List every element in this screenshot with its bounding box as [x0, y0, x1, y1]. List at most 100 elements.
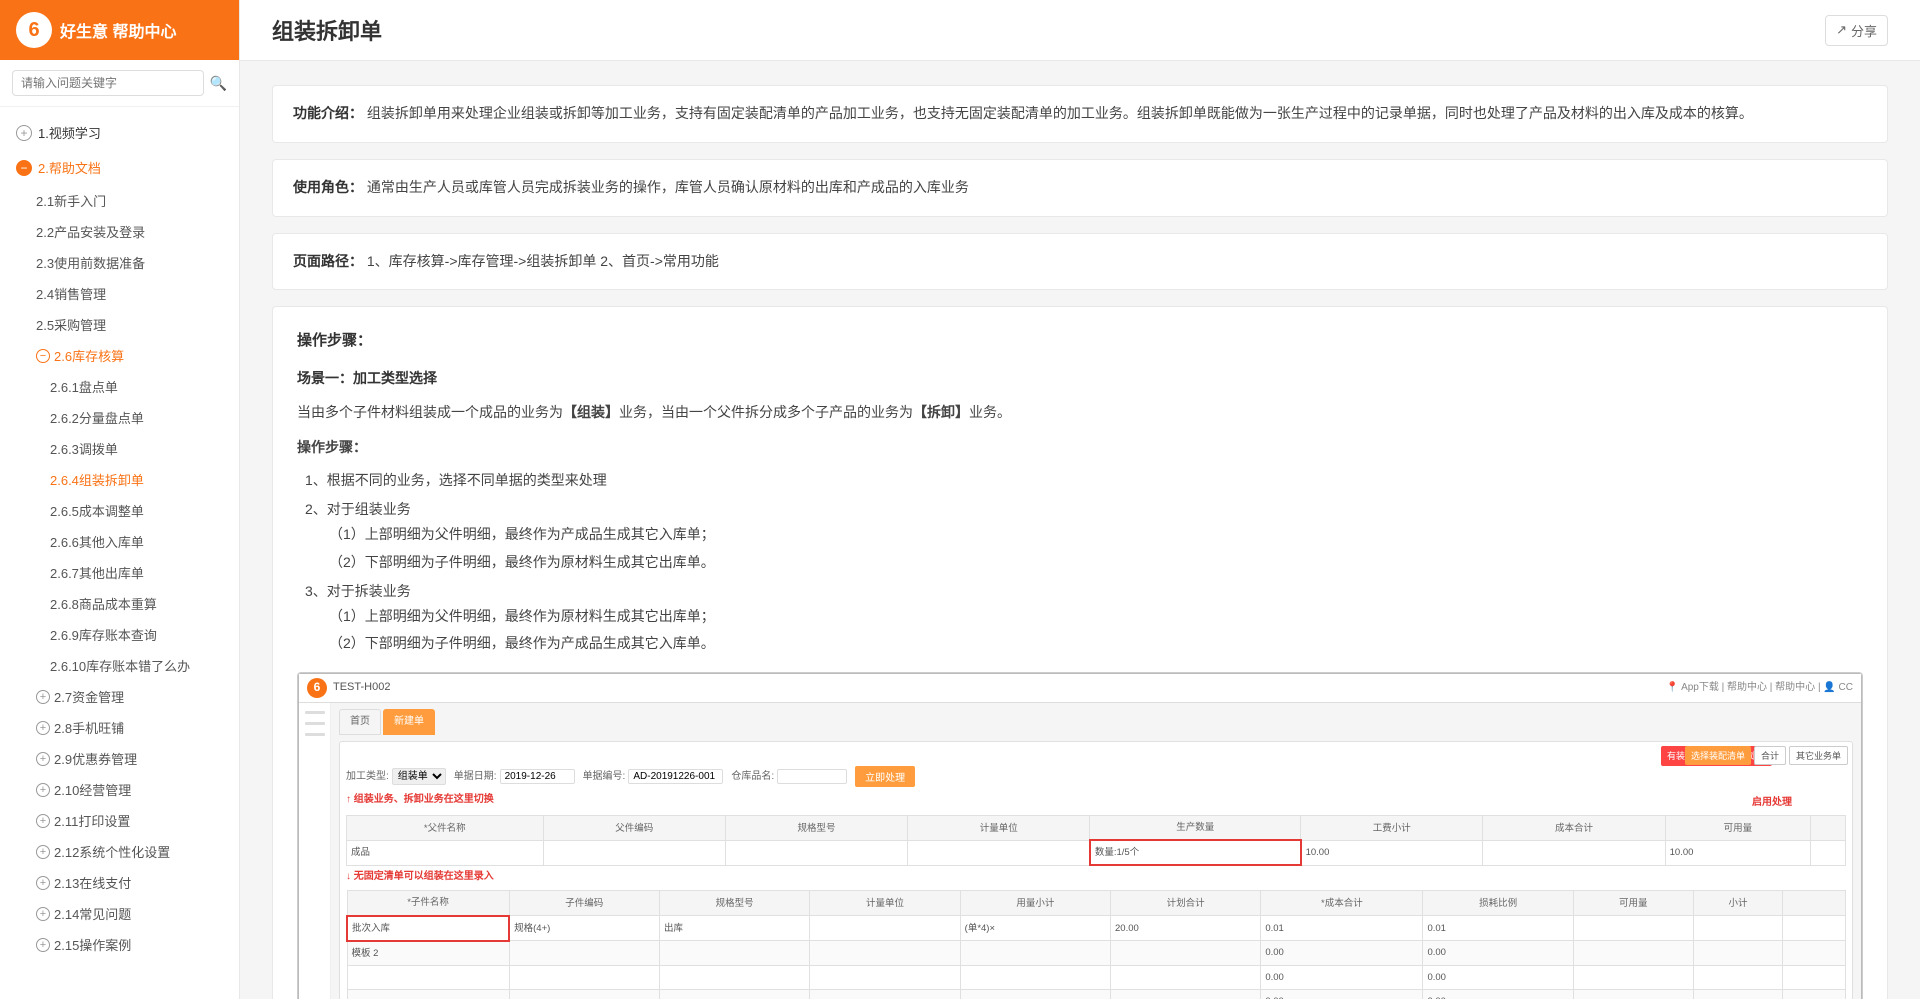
sidebar-item-assembly[interactable]: 2.6.4组装拆卸单: [0, 464, 239, 495]
app-type-selector: 加工类型: 组装单 拆卸单: [346, 768, 446, 786]
sidebar-item-inventory[interactable]: − 2.6库存核算: [0, 340, 239, 371]
cell-child-cost-4: 0.00: [1261, 989, 1423, 999]
app-topbar: 6 TEST-H002 📍 App下载 | 帮助中心 | 帮助中心 | 👤 CC: [299, 674, 1861, 703]
feature-intro-text: 组装拆卸单用来处理企业组装或拆卸等加工业务，支持有固定装配清单的产品加工业务，也…: [367, 105, 1753, 121]
col-available: 可用量: [1665, 816, 1810, 841]
inventory-children: 2.6.1盘点单 2.6.2分量盘点单 2.6.3调拨单 2.6.4组装拆卸单 …: [0, 371, 239, 681]
breadcrumb-block: 页面路径： 1、库存核算->库存管理->组装拆卸单 2、首页->常用功能: [272, 233, 1888, 291]
share-button[interactable]: ↗ 分享: [1825, 15, 1888, 46]
main-content: 功能介绍： 组装拆卸单用来处理企业组装或拆卸等加工业务，支持有固定装配清单的产品…: [240, 61, 1920, 999]
app-warehouse-label: 仓库品名:: [731, 768, 774, 786]
sidebar-header: 6 好生意 帮助中心: [0, 0, 239, 60]
sidebar-item-online-pay[interactable]: + 2.13在线支付: [0, 867, 239, 898]
table-row-bottom-3: 0.00 0.00: [347, 965, 1846, 989]
col-loss: 损耗比例: [1423, 891, 1573, 916]
app-action-btn2[interactable]: 其它业务单: [1789, 746, 1848, 765]
app-warehouse-input[interactable]: [777, 769, 847, 784]
cell-loss-4: 0.00: [1423, 989, 1573, 999]
col-cost: 成本合计: [1483, 816, 1665, 841]
cell-qty: 数量:1/5个: [1090, 840, 1301, 865]
app-mini-sidebar: [299, 703, 331, 999]
col-child-unit: 计量单位: [810, 891, 960, 916]
app-date-input[interactable]: [500, 769, 575, 784]
cell-available: 10.00: [1665, 840, 1810, 865]
cell-child-unit-2: [810, 941, 960, 966]
sidebar-item-coupon[interactable]: + 2.9优惠券管理: [0, 743, 239, 774]
sidebar-item-stock-query[interactable]: 2.6.9库存账本查询: [0, 619, 239, 650]
sidebar-item-docs[interactable]: − 2.帮助文档: [0, 150, 239, 185]
sidebar-item-purchase[interactable]: 2.5采购管理: [0, 309, 239, 340]
sidebar-item-operation[interactable]: + 2.10经营管理: [0, 774, 239, 805]
sidebar-item-sales[interactable]: 2.4销售管理: [0, 278, 239, 309]
cell-child-spec-2: [659, 941, 809, 966]
sidebar-item-videos-label: 1.视频学习: [38, 123, 101, 142]
main-header: 组装拆卸单 ↗ 分享: [240, 0, 1920, 61]
app-type-select[interactable]: 组装单 拆卸单: [392, 768, 446, 785]
app-form-row1: 加工类型: 组装单 拆卸单 单据日期:: [346, 766, 1846, 787]
sidebar-icon-3: [305, 733, 325, 736]
sidebar-item-print[interactable]: + 2.11打印设置: [0, 805, 239, 836]
app-date-field: 单据日期:: [454, 768, 575, 786]
col-action: [1811, 816, 1846, 841]
sidebar-item-stocktake[interactable]: 2.6.1盘点单: [0, 371, 239, 402]
sidebar-item-mobile[interactable]: + 2.8手机旺铺: [0, 712, 239, 743]
col-parent-code: 父件编码: [543, 816, 725, 841]
app-top-buttons: 选择装配清单 合计 其它业务单: [1685, 746, 1848, 765]
app-date-label: 单据日期:: [454, 768, 497, 786]
search-input[interactable]: [12, 70, 204, 96]
sidebar-item-finance[interactable]: + 2.7资金管理: [0, 681, 239, 712]
app-tab-home[interactable]: 首页: [339, 709, 381, 735]
coupon-expand-icon: +: [36, 752, 50, 766]
app-action-btn1[interactable]: 合计: [1754, 746, 1786, 765]
type-switch-annotation: ↑ 组装业务、拆卸业务在这里切换: [346, 791, 1846, 809]
app-billno-input[interactable]: [628, 769, 723, 784]
disassembly-step-1: （1）上部明细为父件明细，最终作为原材料生成其它出库单；: [329, 604, 1863, 629]
sidebar-item-install[interactable]: 2.2产品安装及登录: [0, 216, 239, 247]
nav-section-videos: + 1.视频学习: [0, 115, 239, 150]
page-title: 组装拆卸单: [272, 14, 382, 46]
sidebar-navigation: + 1.视频学习 − 2.帮助文档 2.1新手入门 2.2产品安装及登录 2.3…: [0, 107, 239, 999]
sidebar-item-system[interactable]: + 2.12系统个性化设置: [0, 836, 239, 867]
app-select-btn[interactable]: 选择装配清单: [1685, 746, 1751, 765]
col-plan: 计划合计: [1111, 891, 1261, 916]
cell-ops-2: [1783, 941, 1846, 966]
sidebar-item-stock-error[interactable]: 2.6.10库存账本错了么办: [0, 650, 239, 681]
app-url: TEST-H002: [333, 678, 390, 698]
cell-parent-name: 成品: [347, 840, 544, 865]
search-icon[interactable]: 🔍: [210, 75, 227, 92]
cell-plan-2: [1111, 941, 1261, 966]
sidebar-item-videos[interactable]: + 1.视频学习: [0, 115, 239, 150]
sidebar-item-newcomer[interactable]: 2.1新手入门: [0, 185, 239, 216]
app-bottom-table: *子件名称 子件编码 规格型号 计量单位 用量小计 计划合计 *成本合计: [346, 890, 1846, 999]
sidebar-item-transfer[interactable]: 2.6.3调拨单: [0, 433, 239, 464]
cell-loss-2: 0.00: [1423, 941, 1573, 966]
sidebar-item-partial-stocktake[interactable]: 2.6.2分量盘点单: [0, 402, 239, 433]
use-role-text: 通常由生产人员或库管人员完成拆装业务的操作，库管人员确认原材料的出库和产成品的入…: [367, 179, 969, 195]
sidebar-item-cases[interactable]: + 2.15操作案例: [0, 929, 239, 960]
cell-subtotal-2: [1693, 941, 1783, 966]
sidebar-icon-1: [305, 711, 325, 714]
sidebar-item-faq[interactable]: + 2.14常见问题: [0, 898, 239, 929]
assembly-sub-list: （1）上部明细为父件明细，最终作为产成品生成其它入库单； （2）下部明细为子件明…: [329, 522, 1863, 574]
disassembly-step-2: （2）下部明细为子件明细，最终作为产成品生成其它入库单。: [329, 631, 1863, 656]
steps-title: 操作步骤：: [297, 435, 1863, 460]
sidebar-item-other-out[interactable]: 2.6.7其他出库单: [0, 557, 239, 588]
cell-child-spec-1: 出库: [659, 916, 809, 941]
col-usage: 用量小计: [960, 891, 1110, 916]
col-labor: 工费小计: [1301, 816, 1483, 841]
share-icon: ↗: [1836, 22, 1847, 38]
sidebar-item-other-in[interactable]: 2.6.6其他入库单: [0, 526, 239, 557]
table-row-bottom-2: 模板 2 0.00 0.00: [347, 941, 1846, 966]
cell-parent-code: [543, 840, 725, 865]
cell-loss-1: 0.01: [1423, 916, 1573, 941]
table-row-top-1: 成品 数量:1/5个 10.00 10.00: [347, 840, 1846, 865]
app-tab-new[interactable]: 新建单: [383, 709, 435, 735]
sidebar-item-cost-adjust[interactable]: 2.6.5成本调整单: [0, 495, 239, 526]
sidebar-item-dataprep[interactable]: 2.3使用前数据准备: [0, 247, 239, 278]
app-enable-btn[interactable]: 立即处理: [855, 766, 915, 787]
cell-child-avail-1: [1573, 916, 1693, 941]
use-role-block: 使用角色： 通常由生产人员或库管人员完成拆装业务的操作，库管人员确认原材料的出库…: [272, 159, 1888, 217]
col-spec: 规格型号: [725, 816, 907, 841]
app-screenshot: 6 TEST-H002 📍 App下载 | 帮助中心 | 帮助中心 | 👤 CC: [298, 673, 1862, 999]
sidebar-item-cost-recalc[interactable]: 2.6.8商品成本重算: [0, 588, 239, 619]
